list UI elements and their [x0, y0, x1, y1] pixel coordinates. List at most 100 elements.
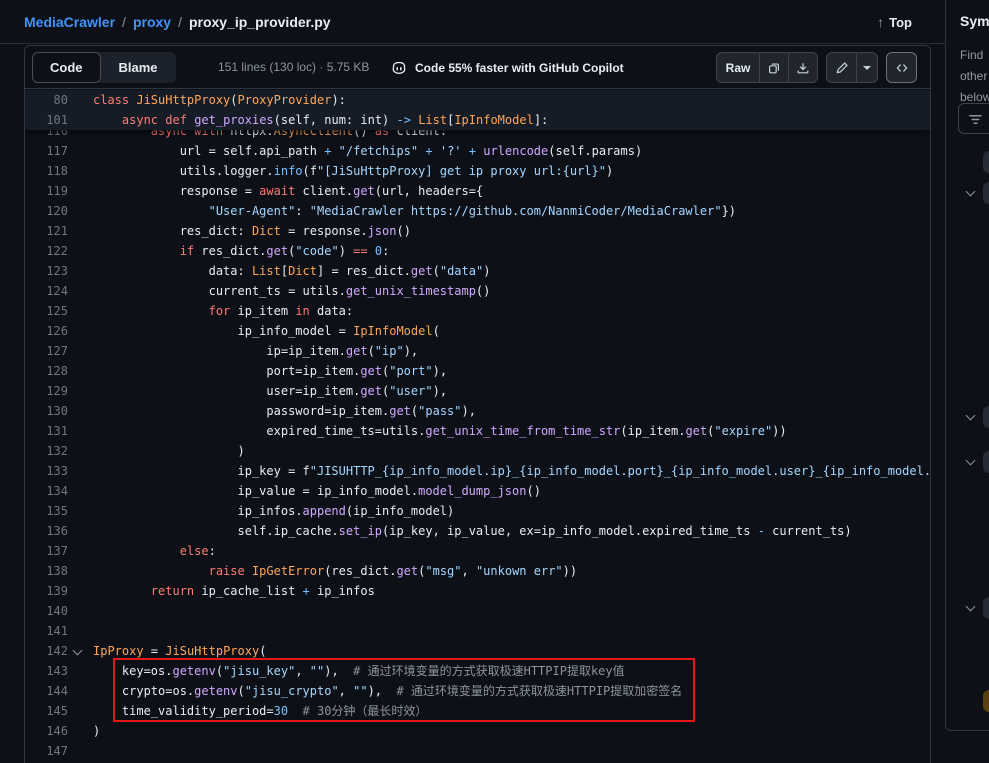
copilot-banner[interactable]: Code 55% faster with GitHub Copilot — [391, 46, 624, 89]
edit-file-button[interactable] — [827, 53, 856, 82]
code-line: 146) — [25, 721, 930, 741]
code-line: 120 "User-Agent": "MediaCrawler https://… — [25, 201, 930, 221]
code-text: key=os.getenv("jisu_key", ""), # 通过环境变量的… — [93, 661, 625, 681]
breadcrumb-folder-link[interactable]: proxy — [133, 14, 171, 30]
symbols-desc-line: Find — [960, 45, 989, 66]
tab-code[interactable]: Code — [32, 52, 101, 83]
breadcrumb-row: MediaCrawler/proxy/proxy_ip_provider.py … — [0, 0, 945, 44]
code-line: 123 data: List[Dict] = res_dict.get("dat… — [25, 261, 930, 281]
line-number[interactable]: 117 — [25, 141, 68, 161]
symbols-panel: Sym Find other below — [945, 0, 989, 731]
file-actions: Raw — [716, 52, 917, 83]
code-line: 141 — [25, 621, 930, 641]
code-text: if res_dict.get("code") == 0: — [93, 241, 389, 261]
filter-symbols-input[interactable] — [958, 103, 989, 134]
line-number[interactable]: 80 — [25, 90, 68, 110]
code-line: 124 current_ts = utils.get_unix_timestam… — [25, 281, 930, 301]
raw-copy-download-group: Raw — [716, 52, 818, 83]
line-number[interactable]: 141 — [25, 621, 68, 641]
chevron-down-icon[interactable] — [966, 187, 976, 197]
symbol-item-pill[interactable] — [983, 406, 989, 428]
code-text: url = self.api_path + "/fetchips" + '?' … — [93, 141, 642, 161]
line-number[interactable]: 126 — [25, 321, 68, 341]
symbol-item-pill[interactable] — [983, 451, 989, 473]
line-number[interactable]: 135 — [25, 501, 68, 521]
code-viewer: 116 async with httpx.AsyncClient() as cl… — [25, 90, 930, 763]
chevron-down-icon[interactable] — [966, 411, 976, 421]
line-number[interactable]: 130 — [25, 401, 68, 421]
symbol-item-pill[interactable] — [983, 151, 989, 173]
line-number[interactable]: 143 — [25, 661, 68, 681]
line-number[interactable]: 145 — [25, 701, 68, 721]
code-line: 143 key=os.getenv("jisu_key", ""), # 通过环… — [25, 661, 930, 681]
breadcrumb-separator: / — [115, 14, 133, 30]
chevron-down-icon[interactable] — [966, 456, 976, 466]
line-number[interactable]: 125 — [25, 301, 68, 321]
line-number[interactable]: 127 — [25, 341, 68, 361]
collapse-chevron-icon[interactable] — [73, 646, 83, 656]
symbols-panel-heading: Sym — [960, 13, 989, 29]
line-number[interactable]: 142 — [25, 641, 68, 661]
code-line: 119 response = await client.get(url, hea… — [25, 181, 930, 201]
symbol-item-pill[interactable] — [983, 597, 989, 619]
symbol-item-pill[interactable] — [983, 182, 989, 204]
code-line: 139 return ip_cache_list + ip_infos — [25, 581, 930, 601]
copy-raw-content-button[interactable] — [759, 53, 788, 82]
code-text: class JiSuHttpProxy(ProxyProvider): — [93, 90, 346, 110]
raw-button[interactable]: Raw — [717, 53, 759, 82]
code-text: IpProxy = JiSuHttpProxy( — [93, 641, 266, 661]
code-line: 126 ip_info_model = IpInfoModel( — [25, 321, 930, 341]
line-number[interactable]: 120 — [25, 201, 68, 221]
code-line: 147 — [25, 741, 930, 761]
line-number[interactable]: 146 — [25, 721, 68, 741]
line-number[interactable]: 137 — [25, 541, 68, 561]
line-number[interactable]: 131 — [25, 421, 68, 441]
code-text: "User-Agent": "MediaCrawler https://gith… — [93, 201, 736, 221]
line-number[interactable]: 118 — [25, 161, 68, 181]
line-number[interactable]: 136 — [25, 521, 68, 541]
symbols-panel-toggle-button[interactable] — [886, 52, 917, 83]
line-number[interactable]: 147 — [25, 741, 68, 761]
line-number[interactable]: 128 — [25, 361, 68, 381]
edit-dropdown-button[interactable] — [856, 53, 877, 82]
code-text: response = await client.get(url, headers… — [93, 181, 483, 201]
back-to-top-link[interactable]: ↑Top — [877, 0, 912, 44]
code-text: res_dict: Dict = response.json() — [93, 221, 411, 241]
line-number[interactable]: 119 — [25, 181, 68, 201]
code-line: 136 self.ip_cache.set_ip(ip_key, ip_valu… — [25, 521, 930, 541]
line-number[interactable]: 134 — [25, 481, 68, 501]
line-number[interactable]: 101 — [25, 110, 68, 130]
line-number[interactable]: 139 — [25, 581, 68, 601]
code-text: async def get_proxies(self, num: int) ->… — [93, 110, 548, 130]
code-text: expired_time_ts=utils.get_unix_time_from… — [93, 421, 787, 441]
breadcrumb-separator: / — [171, 14, 189, 30]
code-text: ) — [93, 441, 245, 461]
chevron-down-icon[interactable] — [966, 602, 976, 612]
code-text: ip_value = ip_info_model.model_dump_json… — [93, 481, 541, 501]
symbol-item-pill[interactable] — [983, 690, 989, 712]
line-number[interactable]: 144 — [25, 681, 68, 701]
code-line: 138 raise IpGetError(res_dict.get("msg",… — [25, 561, 930, 581]
edit-button-group — [826, 52, 878, 83]
code-line: 144 crypto=os.getenv("jisu_crypto", ""),… — [25, 681, 930, 701]
copy-icon — [767, 61, 781, 75]
sticky-context-lines: 80 class JiSuHttpProxy(ProxyProvider): 101… — [25, 90, 930, 130]
line-number[interactable]: 132 — [25, 441, 68, 461]
line-number[interactable]: 122 — [25, 241, 68, 261]
download-raw-button[interactable] — [788, 53, 817, 82]
copilot-banner-text: Code 55% faster with GitHub Copilot — [415, 61, 624, 75]
line-number[interactable]: 123 — [25, 261, 68, 281]
line-number[interactable]: 129 — [25, 381, 68, 401]
breadcrumb-repo-link[interactable]: MediaCrawler — [24, 14, 115, 30]
code-text: data: List[Dict] = res_dict.get("data") — [93, 261, 490, 281]
code-text: else: — [93, 541, 216, 561]
breadcrumb-filename: proxy_ip_provider.py — [189, 14, 331, 30]
file-header-toolbar: Code Blame 151 lines (130 loc) · 5.75 KB… — [25, 46, 930, 89]
line-number[interactable]: 138 — [25, 561, 68, 581]
code-line: 122 if res_dict.get("code") == 0: — [25, 241, 930, 261]
line-number[interactable]: 133 — [25, 461, 68, 481]
tab-blame[interactable]: Blame — [101, 52, 176, 83]
line-number[interactable]: 121 — [25, 221, 68, 241]
line-number[interactable]: 140 — [25, 601, 68, 621]
line-number[interactable]: 124 — [25, 281, 68, 301]
